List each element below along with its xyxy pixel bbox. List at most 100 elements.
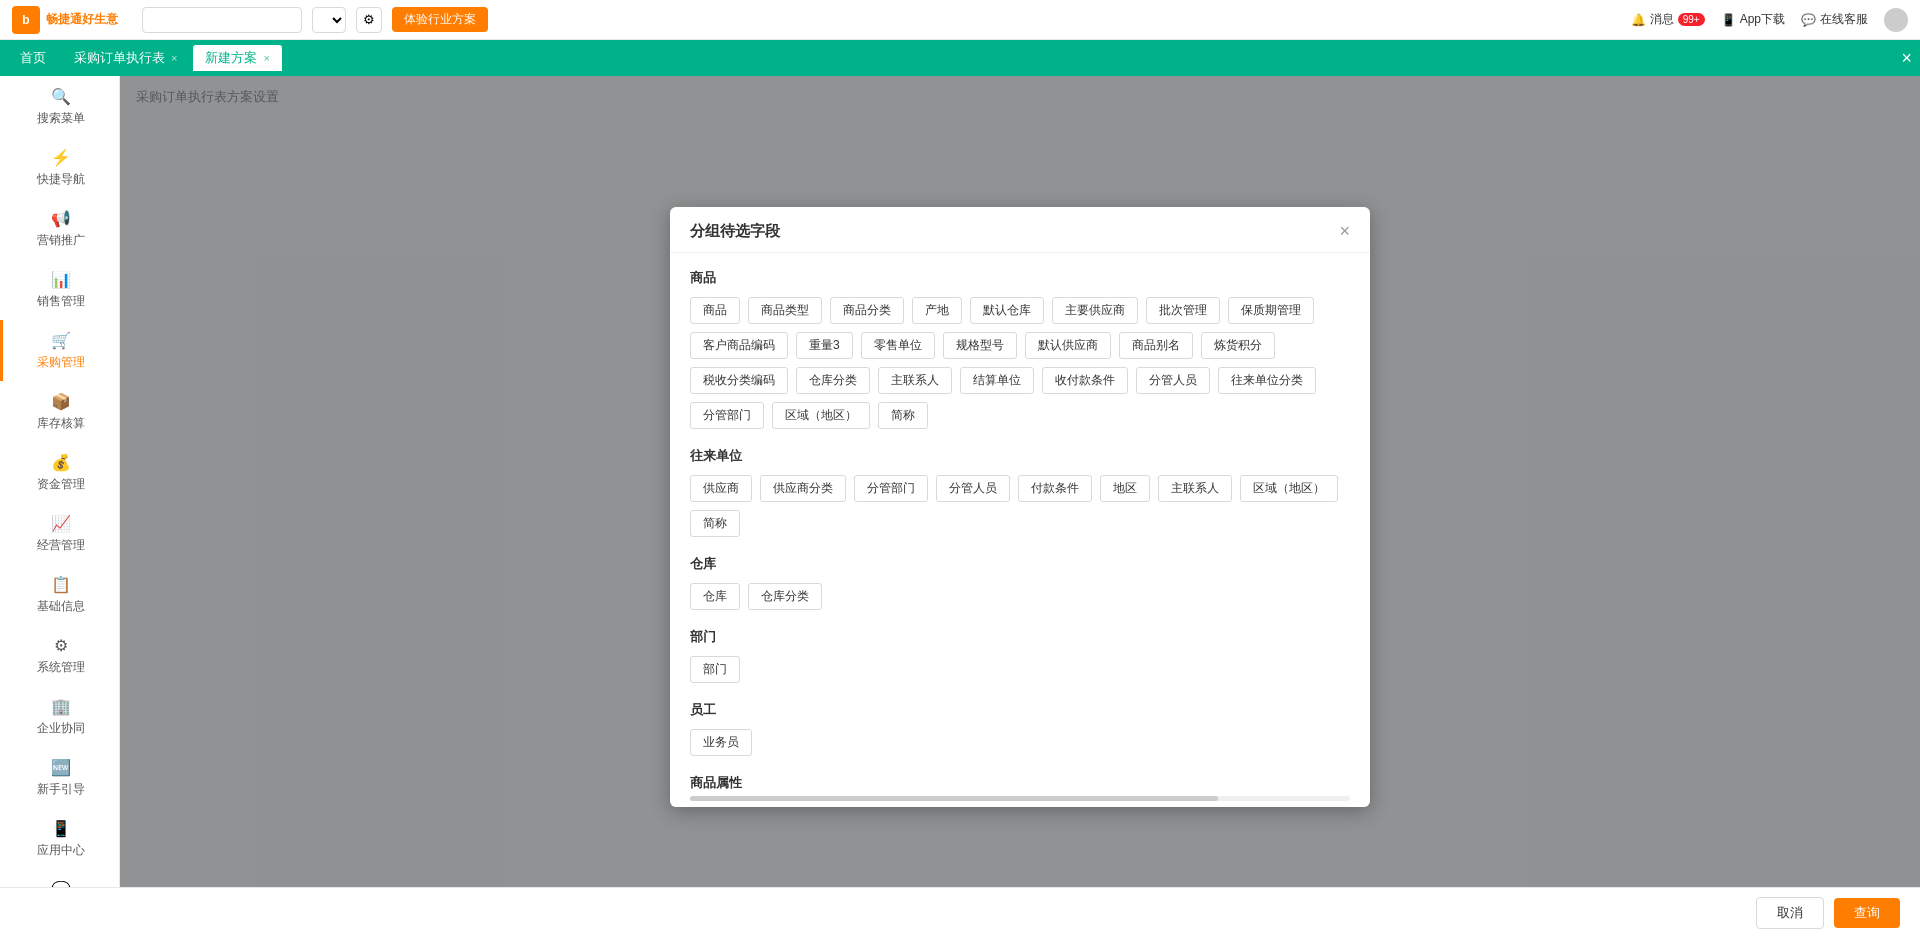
sidebar-label-enterprise: 企业协同: [37, 720, 85, 737]
trial-button[interactable]: 体验行业方案: [392, 7, 488, 32]
sidebar-item-search[interactable]: 🔍 搜索菜单: [0, 76, 119, 137]
sidebar-label-inventory: 库存核算: [37, 415, 85, 432]
tag-supervisor-partner[interactable]: 分管人员: [936, 475, 1010, 502]
sidebar-item-purchase[interactable]: 🛒 采购管理: [0, 320, 119, 381]
tag-region-goods[interactable]: 区域（地区）: [772, 402, 870, 429]
tag-customer-goods-code[interactable]: 客户商品编码: [690, 332, 788, 359]
tag-dept-mgmt[interactable]: 分管部门: [690, 402, 764, 429]
cancel-button[interactable]: 取消: [1756, 897, 1824, 929]
sidebar-item-guide[interactable]: 🆕 新手引导: [0, 747, 119, 808]
sidebar-label-marketing: 营销推广: [37, 232, 85, 249]
gear-button[interactable]: ⚙: [356, 7, 382, 33]
app-download-item[interactable]: 📱 App下载: [1721, 11, 1785, 28]
tag-warehouse[interactable]: 仓库: [690, 583, 740, 610]
tag-goods-type[interactable]: 商品类型: [748, 297, 822, 324]
app-center-icon: 📱: [51, 818, 71, 838]
tab-new-plan-close[interactable]: ×: [263, 52, 269, 64]
search-input[interactable]: [142, 7, 302, 33]
field-group-goods-attr-title: 商品属性: [690, 774, 1350, 792]
tab-home[interactable]: 首页: [8, 45, 58, 71]
sidebar-item-finance[interactable]: 💰 资金管理: [0, 442, 119, 503]
field-group-employee: 员工 业务员: [690, 701, 1350, 756]
tag-payment-terms[interactable]: 收付款条件: [1042, 367, 1128, 394]
modal-body: 商品 商品 商品类型 商品分类 产地 默认仓库 主要供应商 批次管理 保质期管理…: [670, 253, 1370, 796]
tag-warehouse-category[interactable]: 仓库分类: [796, 367, 870, 394]
modal-close-button[interactable]: ×: [1339, 221, 1350, 242]
sidebar-label-purchase: 采购管理: [37, 354, 85, 371]
tag-goods-item[interactable]: 商品: [690, 297, 740, 324]
notification-label: 消息: [1650, 11, 1674, 28]
tag-salesperson[interactable]: 业务员: [690, 729, 752, 756]
field-group-partner: 往来单位 供应商 供应商分类 分管部门 分管人员 付款条件 地区 主联系人 区域…: [690, 447, 1350, 537]
sidebar-item-inventory[interactable]: 📦 库存核算: [0, 381, 119, 442]
sidebar-item-quick-nav[interactable]: ⚡ 快捷导航: [0, 137, 119, 198]
tag-short-name-partner[interactable]: 简称: [690, 510, 740, 537]
notification-item[interactable]: 🔔 消息 99+: [1631, 11, 1705, 28]
close-all-tabs[interactable]: ×: [1901, 48, 1912, 69]
tag-main-supplier[interactable]: 主要供应商: [1052, 297, 1138, 324]
modal-overlay: 分组待选字段 × 商品 商品 商品类型 商品分类 产地 默认仓库: [120, 76, 1920, 937]
enterprise-icon: 🏢: [51, 696, 71, 716]
bottom-bar: 取消 查询: [0, 887, 1920, 937]
sidebar-item-sales[interactable]: 📊 销售管理: [0, 259, 119, 320]
tag-refine-points[interactable]: 炼货积分: [1201, 332, 1275, 359]
tag-goods-category[interactable]: 商品分类: [830, 297, 904, 324]
tag-partner-category[interactable]: 往来单位分类: [1218, 367, 1316, 394]
modal-dialog: 分组待选字段 × 商品 商品 商品类型 商品分类 产地 默认仓库: [670, 207, 1370, 807]
avatar[interactable]: [1884, 8, 1908, 32]
field-tags-partner: 供应商 供应商分类 分管部门 分管人员 付款条件 地区 主联系人 区域（地区） …: [690, 475, 1350, 537]
sidebar-item-base-info[interactable]: 📋 基础信息: [0, 564, 119, 625]
logo-text: 畅捷通好生意: [46, 11, 118, 28]
tag-weight3[interactable]: 重量3: [796, 332, 853, 359]
system-icon: ⚙: [51, 635, 71, 655]
tag-goods-alias[interactable]: 商品别名: [1119, 332, 1193, 359]
online-service-item[interactable]: 💬 在线客服: [1801, 11, 1868, 28]
field-tags-employee: 业务员: [690, 729, 1350, 756]
topbar: b 畅捷通好生意 ⚙ 体验行业方案 🔔 消息 99+ 📱 App下载 💬 在线客…: [0, 0, 1920, 40]
tab-new-plan[interactable]: 新建方案 ×: [193, 45, 281, 71]
logo-icon: b: [12, 6, 40, 34]
tag-spec-model[interactable]: 规格型号: [943, 332, 1017, 359]
sidebar-item-app-center[interactable]: 📱 应用中心: [0, 808, 119, 869]
tab-purchase-exec[interactable]: 采购订单执行表 ×: [62, 45, 189, 71]
sidebar: 🔍 搜索菜单 ⚡ 快捷导航 📢 营销推广 📊 销售管理 🛒 采购管理 📦 库存核…: [0, 76, 120, 937]
sidebar-item-system[interactable]: ⚙ 系统管理: [0, 625, 119, 686]
tag-default-supplier[interactable]: 默认供应商: [1025, 332, 1111, 359]
tag-region-partner[interactable]: 地区: [1100, 475, 1150, 502]
topbar-right: 🔔 消息 99+ 📱 App下载 💬 在线客服: [1631, 8, 1908, 32]
notification-icon: 🔔: [1631, 13, 1646, 27]
field-group-goods-title: 商品: [690, 269, 1350, 287]
tag-shelf-life[interactable]: 保质期管理: [1228, 297, 1314, 324]
tag-area-partner[interactable]: 区域（地区）: [1240, 475, 1338, 502]
tag-tax-code[interactable]: 税收分类编码: [690, 367, 788, 394]
tag-batch-mgmt[interactable]: 批次管理: [1146, 297, 1220, 324]
online-service-label: 在线客服: [1820, 11, 1868, 28]
tag-main-contact-partner[interactable]: 主联系人: [1158, 475, 1232, 502]
tag-short-name-goods[interactable]: 简称: [878, 402, 928, 429]
tab-purchase-exec-close[interactable]: ×: [171, 52, 177, 64]
sidebar-item-operations[interactable]: 📈 经营管理: [0, 503, 119, 564]
search-icon: 🔍: [51, 86, 71, 106]
sidebar-item-enterprise[interactable]: 🏢 企业协同: [0, 686, 119, 747]
sidebar-item-marketing[interactable]: 📢 营销推广: [0, 198, 119, 259]
app-download-icon: 📱: [1721, 13, 1736, 27]
tag-origin[interactable]: 产地: [912, 297, 962, 324]
tag-payment-cond[interactable]: 付款条件: [1018, 475, 1092, 502]
tag-supplier-category[interactable]: 供应商分类: [760, 475, 846, 502]
horizontal-scrollbar[interactable]: [690, 796, 1350, 801]
tag-main-contact[interactable]: 主联系人: [878, 367, 952, 394]
tag-dept-partner[interactable]: 分管部门: [854, 475, 928, 502]
tag-dept[interactable]: 部门: [690, 656, 740, 683]
field-tags-dept: 部门: [690, 656, 1350, 683]
tag-supplier[interactable]: 供应商: [690, 475, 752, 502]
sales-icon: 📊: [51, 269, 71, 289]
online-service-icon: 💬: [1801, 13, 1816, 27]
tag-warehouse-cat[interactable]: 仓库分类: [748, 583, 822, 610]
search-dropdown[interactable]: [312, 7, 346, 33]
tag-settlement-unit[interactable]: 结算单位: [960, 367, 1034, 394]
guide-icon: 🆕: [51, 757, 71, 777]
confirm-button[interactable]: 查询: [1834, 898, 1900, 928]
tag-retail-unit[interactable]: 零售单位: [861, 332, 935, 359]
tag-supervisor[interactable]: 分管人员: [1136, 367, 1210, 394]
tag-default-warehouse[interactable]: 默认仓库: [970, 297, 1044, 324]
